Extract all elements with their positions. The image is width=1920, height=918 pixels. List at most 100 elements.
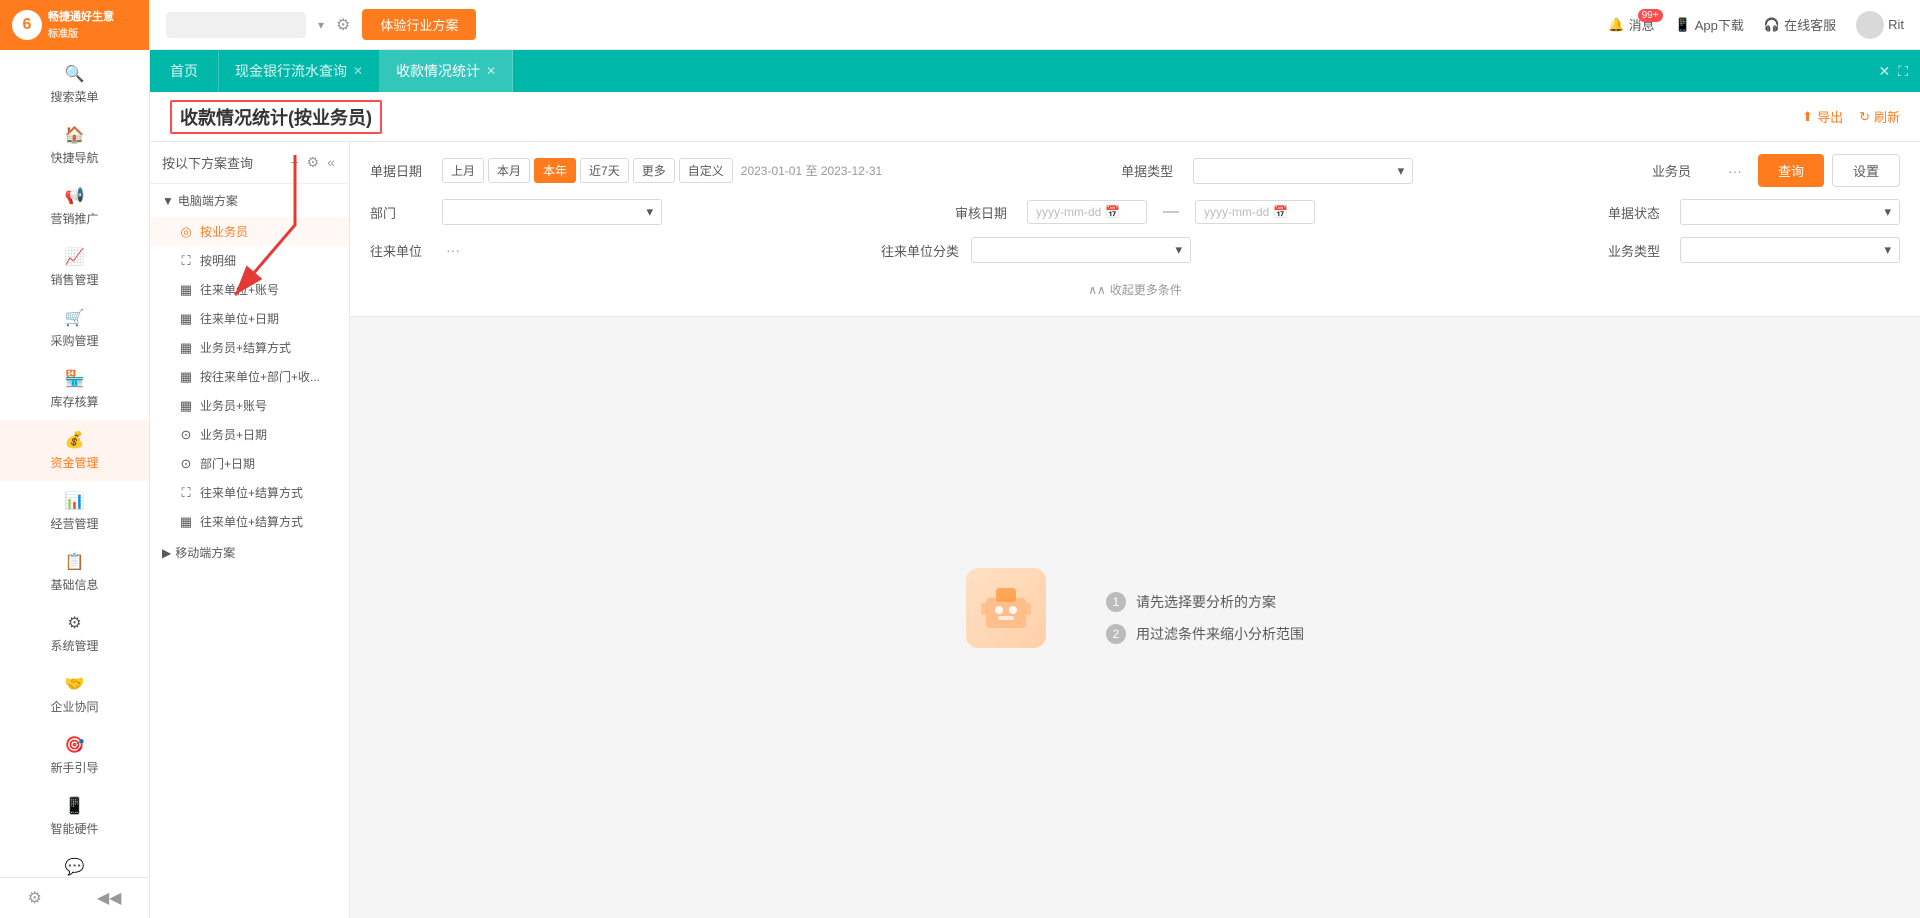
date-btn-this-month[interactable]: 本月	[488, 158, 530, 183]
sidebar-item-guide[interactable]: 🎯 新手引导	[0, 725, 149, 786]
sidebar-item-corp-collab[interactable]: 🤝 企业协同	[0, 664, 149, 725]
sidebar-item-marketing[interactable]: 📢 营销推广	[0, 176, 149, 237]
sidebar-item-label: 采购管理	[50, 332, 98, 349]
date-btn-last-month[interactable]: 上月	[442, 158, 484, 183]
audit-date-label: 审核日期	[955, 203, 1015, 222]
online-service-button[interactable]: 🎧 在线客服	[1764, 15, 1836, 34]
sidebar-item-hardware[interactable]: 📱 智能硬件	[0, 786, 149, 847]
breadcrumb	[166, 12, 306, 38]
scheme-item-detail[interactable]: ⛶ 按明细	[150, 246, 349, 275]
scheme-item-label: 业务员+日期	[200, 426, 267, 443]
expand-pc-icon: ▼	[162, 194, 174, 208]
app-name: 畅捷通好生意	[48, 10, 114, 24]
left-panel: 按以下方案查询 + ⚙ « ▼ 电脑端方案 ◎ 按业务员 ⛶ 按明细	[150, 142, 350, 918]
sidebar-item-label: 营销推广	[50, 210, 98, 227]
user-avatar-area[interactable]: Rit	[1856, 11, 1904, 39]
scheme-item-partner-date[interactable]: ▦ 往来单位+日期	[150, 304, 349, 333]
scheme-settings-icon[interactable]: ⚙	[305, 152, 322, 173]
dept-select[interactable]: ▾	[442, 199, 662, 225]
tip-text-2: 用过滤条件来缩小分析范围	[1136, 624, 1304, 644]
refresh-button[interactable]: ↻ 刷新	[1859, 107, 1900, 126]
salesperson-settlement-icon: ▦	[178, 340, 194, 356]
partner-label: 往来单位	[370, 241, 430, 260]
close-tab1-icon[interactable]: ✕	[353, 64, 363, 78]
sidebar-item-system[interactable]: ⚙ 系统管理	[0, 603, 149, 664]
sidebar-item-basic-info[interactable]: 📋 基础信息	[0, 542, 149, 603]
query-button[interactable]: 查询	[1758, 154, 1824, 187]
sidebar-item-label: 新手引导	[50, 759, 98, 776]
sidebar-item-purchase[interactable]: 🛒 采购管理	[0, 298, 149, 359]
tip-item-1: 1 请先选择要分析的方案	[1106, 592, 1304, 612]
add-scheme-button[interactable]: +	[288, 152, 300, 173]
sidebar-item-search[interactable]: 🔍 搜索菜单	[0, 54, 149, 115]
tip-num-2: 2	[1106, 624, 1126, 644]
audit-date-start[interactable]: yyyy-mm-dd 📅	[1027, 200, 1147, 224]
scheme-group-mobile[interactable]: ▶ 移动端方案	[150, 536, 349, 569]
export-button[interactable]: ⬆ 导出	[1802, 107, 1843, 126]
scheme-group-pc[interactable]: ▼ 电脑端方案	[150, 184, 349, 217]
business-type-select[interactable]: ▾	[1680, 237, 1900, 263]
scheme-header-label: 按以下方案查询	[162, 153, 253, 172]
date-btn-7days[interactable]: 近7天	[580, 158, 629, 183]
collection-stats-tab-label: 收款情况统计	[396, 61, 480, 81]
sidebar-item-business[interactable]: 📊 经营管理	[0, 481, 149, 542]
empty-icon-container	[966, 568, 1066, 668]
filter-action-buttons: 查询 设置	[1758, 154, 1900, 187]
tab-collection-stats[interactable]: 收款情况统计 ✕	[380, 50, 513, 92]
sidebar-item-label: 系统管理	[50, 637, 98, 654]
partner-settlement1-icon: ⛶	[178, 485, 194, 501]
date-btn-more[interactable]: 更多	[633, 158, 675, 183]
sidebar-item-sales[interactable]: 📈 销售管理	[0, 237, 149, 298]
scheme-item-salesperson-settlement[interactable]: ▦ 业务员+结算方式	[150, 333, 349, 362]
partner-more-icon[interactable]: ···	[446, 242, 460, 258]
trial-button[interactable]: 体验行业方案	[362, 9, 476, 40]
topbar-left: ▾ ⚙ 体验行业方案	[166, 9, 476, 40]
app-logo: 6 畅捷通好生意 标准版	[0, 0, 149, 50]
date-separator: —	[1163, 203, 1179, 221]
collapse-up-icon: ∧∧	[1088, 283, 1106, 297]
maximize-window-icon[interactable]: ⛶	[1898, 63, 1908, 80]
collapse-scheme-icon[interactable]: «	[325, 152, 337, 173]
close-tab2-icon[interactable]: ✕	[486, 64, 496, 78]
settings-bottom-icon[interactable]: ⚙	[28, 888, 42, 908]
doc-status-select[interactable]: ▾	[1680, 199, 1900, 225]
app-download-button[interactable]: 📱 App下载	[1675, 15, 1744, 34]
empty-illustration	[966, 568, 1046, 648]
collapse-sidebar-icon[interactable]: ◀◀	[97, 888, 122, 908]
gear-icon[interactable]: ⚙	[336, 15, 350, 35]
scheme-item-salesperson-account[interactable]: ▦ 业务员+账号	[150, 391, 349, 420]
inventory-icon: 🏪	[65, 369, 85, 389]
settings-button[interactable]: 设置	[1832, 154, 1900, 187]
scheme-item-by-salesperson[interactable]: ◎ 按业务员	[150, 217, 349, 246]
partner-date-icon: ▦	[178, 311, 194, 327]
tab-bank-flow[interactable]: 现金银行流水查询 ✕	[219, 50, 380, 92]
date-btn-custom[interactable]: 自定义	[679, 158, 733, 183]
scheme-item-partner-account[interactable]: ▦ 往来单位+账号	[150, 275, 349, 304]
messages-button[interactable]: 🔔 消息 99+	[1608, 15, 1654, 34]
service-icon: 🎧	[1764, 17, 1780, 33]
scheme-item-partner-settlement2[interactable]: ▦ 往来单位+结算方式	[150, 507, 349, 536]
scheme-item-dept-date[interactable]: ⊙ 部门+日期	[150, 449, 349, 478]
scheme-header-actions: + ⚙ «	[288, 152, 337, 173]
doc-type-select[interactable]: ▾	[1193, 158, 1413, 184]
sidebar-item-finance[interactable]: 💰 资金管理	[0, 420, 149, 481]
date-btn-this-year[interactable]: 本年	[534, 158, 576, 183]
date-buttons: 上月 本月 本年 近7天 更多 自定义 2023-01-01 至 2023-12…	[442, 158, 882, 183]
salesperson-more-icon[interactable]: ···	[1728, 163, 1742, 179]
partner-category-select[interactable]: ▾	[971, 237, 1191, 263]
dropdown-icon[interactable]: ▾	[318, 18, 324, 32]
sidebar-item-wechat[interactable]: 💬 企业微信	[0, 847, 149, 877]
refresh-label: 刷新	[1874, 107, 1900, 126]
audit-date-end[interactable]: yyyy-mm-dd 📅	[1195, 200, 1315, 224]
close-window-icon[interactable]: ✕	[1878, 63, 1890, 80]
tab-home[interactable]: 首页	[150, 50, 219, 92]
scheme-item-salesperson-date[interactable]: ⊙ 业务员+日期	[150, 420, 349, 449]
sidebar-item-quicknav[interactable]: 🏠 快捷导航	[0, 115, 149, 176]
filter-row-3: 往来单位 ··· 往来单位分类 ▾ 业务类型 ▾	[370, 237, 1900, 263]
scheme-item-partner-settlement1[interactable]: ⛶ 往来单位+结算方式	[150, 478, 349, 507]
sidebar-item-inventory[interactable]: 🏪 库存核算	[0, 359, 149, 420]
scheme-item-partner-dept[interactable]: ▦ 按往来单位+部门+收...	[150, 362, 349, 391]
search-icon: 🔍	[65, 64, 85, 84]
collapse-more-button[interactable]: ∧∧ 收起更多条件	[370, 275, 1900, 304]
scheme-item-label: 往来单位+日期	[200, 310, 279, 327]
